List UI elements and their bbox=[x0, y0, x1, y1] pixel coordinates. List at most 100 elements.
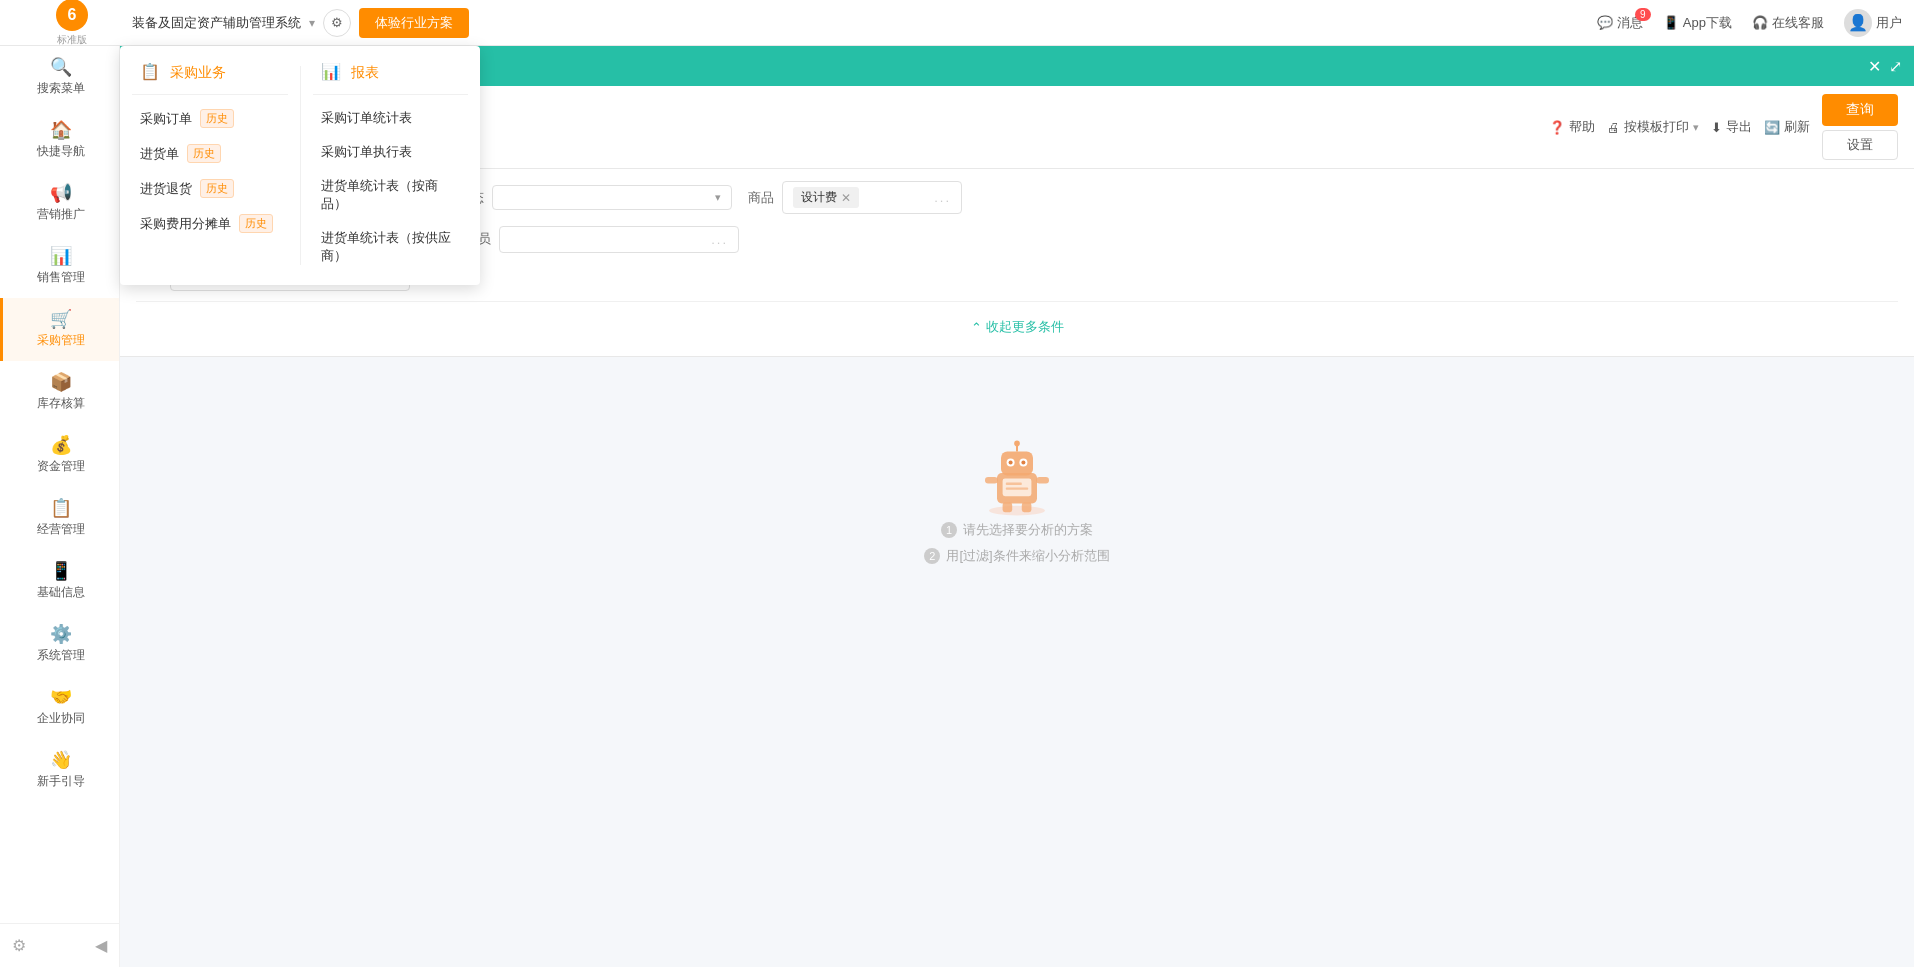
hint-number-1: 1 bbox=[941, 522, 957, 538]
print-button[interactable]: 🖨 按模板打印 ▾ bbox=[1607, 118, 1699, 136]
sidebar-item-search[interactable]: 🔍 搜索菜单 bbox=[0, 46, 119, 109]
goods-tag-close[interactable]: ✕ bbox=[841, 191, 851, 205]
notification-badge: 9 bbox=[1635, 8, 1651, 21]
sidebar-settings-button[interactable]: ⚙ bbox=[12, 936, 26, 955]
dropdown-item-stock-return[interactable]: 进货退货 历史 bbox=[132, 171, 288, 206]
filter-goods: 商品 设计费 ✕ ... bbox=[748, 181, 962, 214]
sidebar-label-marketing: 营销推广 bbox=[37, 206, 85, 223]
dropdown-item-stock-stats-goods[interactable]: 进货单统计表（按商品） bbox=[313, 169, 469, 221]
reports-col-title-text: 报表 bbox=[351, 64, 379, 82]
empty-hint-2: 2 用[过滤]条件来缩小分析范围 bbox=[924, 547, 1109, 565]
sidebar-label-purchase: 采购管理 bbox=[37, 332, 85, 349]
sidebar-item-marketing[interactable]: 📢 营销推广 bbox=[0, 172, 119, 235]
refresh-button[interactable]: 🔄 刷新 bbox=[1764, 118, 1810, 136]
dropdown-item-po-execution[interactable]: 采购订单执行表 bbox=[313, 135, 469, 169]
purchase-icon: 🛒 bbox=[50, 310, 72, 328]
hint-text-2: 用[过滤]条件来缩小分析范围 bbox=[946, 547, 1109, 565]
sidebar-bottom: ⚙ ◀ bbox=[0, 923, 119, 967]
chevron-down-icon[interactable]: ▾ bbox=[309, 16, 315, 30]
purchase-col-title-text: 采购业务 bbox=[170, 64, 226, 82]
gear-button[interactable]: ⚙ bbox=[323, 9, 351, 37]
collapse-button[interactable]: ⌃ 收起更多条件 bbox=[963, 310, 1072, 344]
online-service-button[interactable]: 🎧 在线客服 bbox=[1752, 14, 1824, 32]
sidebar-item-system[interactable]: ⚙️ 系统管理 bbox=[0, 613, 119, 676]
sidebar-item-cooperation[interactable]: 🤝 企业协同 bbox=[0, 676, 119, 739]
print-icon: 🖨 bbox=[1607, 120, 1620, 135]
svg-rect-4 bbox=[1006, 487, 1028, 489]
status-input[interactable]: ▾ bbox=[492, 185, 732, 210]
sidebar-item-operations[interactable]: 📋 经营管理 bbox=[0, 487, 119, 550]
headset-icon: 🎧 bbox=[1752, 15, 1768, 30]
sidebar-item-guide[interactable]: 👋 新手引导 bbox=[0, 739, 119, 802]
tab-bar-right: ✕ ⤢ bbox=[1868, 57, 1914, 76]
status-dropdown-icon: ▾ bbox=[715, 191, 721, 204]
sidebar-item-basic-info[interactable]: 📱 基础信息 bbox=[0, 550, 119, 613]
dropdown-menu: 📋 采购业务 采购订单 历史 进货单 历史 进货退货 历史 采购费用分摊单 历史 bbox=[120, 46, 480, 285]
refresh-icon: 🔄 bbox=[1764, 120, 1780, 135]
svg-point-0 bbox=[989, 506, 1045, 516]
hint-number-2: 2 bbox=[924, 548, 940, 564]
salesman-input[interactable]: ... bbox=[499, 226, 739, 253]
help-label: 帮助 bbox=[1569, 118, 1595, 136]
export-label: 导出 bbox=[1726, 118, 1752, 136]
sidebar-item-inventory[interactable]: 📦 库存核算 bbox=[0, 361, 119, 424]
basic-info-icon: 📱 bbox=[50, 562, 72, 580]
dropdown-item-stock-stats-supplier[interactable]: 进货单统计表（按供应商） bbox=[313, 221, 469, 273]
po-stats-label: 采购订单统计表 bbox=[321, 109, 412, 127]
svg-rect-5 bbox=[1001, 451, 1033, 475]
purchase-expense-history-badge: 历史 bbox=[239, 214, 273, 233]
stock-return-history-badge: 历史 bbox=[200, 179, 234, 198]
settings-button[interactable]: 设置 bbox=[1822, 130, 1898, 160]
query-button[interactable]: 查询 bbox=[1822, 94, 1898, 126]
export-icon: ⬇ bbox=[1711, 120, 1722, 135]
sidebar-item-quick-nav[interactable]: 🏠 快捷导航 bbox=[0, 109, 119, 172]
collapse-label: 收起更多条件 bbox=[986, 318, 1064, 336]
top-bar: 6 标准版 装备及固定资产辅助管理系统 ▾ ⚙ 体验行业方案 💬 消息 9 📱 … bbox=[0, 0, 1914, 46]
dropdown-purchase-title: 📋 采购业务 bbox=[132, 58, 288, 95]
goods-tag-label: 设计费 bbox=[801, 189, 837, 206]
sidebar-item-sales[interactable]: 📊 销售管理 bbox=[0, 235, 119, 298]
sidebar-label-search: 搜索菜单 bbox=[37, 80, 85, 97]
sidebar-label-cooperation: 企业协同 bbox=[37, 710, 85, 727]
system-icon: ⚙️ bbox=[50, 625, 72, 643]
sidebar-label-sales: 销售管理 bbox=[37, 269, 85, 286]
svg-point-8 bbox=[1009, 461, 1013, 465]
notification-button[interactable]: 💬 消息 9 bbox=[1597, 14, 1643, 32]
help-button[interactable]: ❓ 帮助 bbox=[1549, 118, 1595, 136]
app-download-button[interactable]: 📱 App下载 bbox=[1663, 14, 1732, 32]
operations-icon: 📋 bbox=[50, 499, 72, 517]
sidebar-item-finance[interactable]: 💰 资金管理 bbox=[0, 424, 119, 487]
tab-maximize-icon[interactable]: ⤢ bbox=[1889, 57, 1902, 76]
user-label: 用户 bbox=[1876, 14, 1902, 32]
print-arrow-icon: ▾ bbox=[1693, 121, 1699, 134]
salesman-dots: ... bbox=[711, 232, 728, 247]
logo-area: 6 标准版 bbox=[12, 0, 132, 47]
user-menu-button[interactable]: 👤 用户 bbox=[1844, 9, 1902, 37]
dropdown-item-purchase-expense[interactable]: 采购费用分摊单 历史 bbox=[132, 206, 288, 241]
sidebar-label-inventory: 库存核算 bbox=[37, 395, 85, 412]
sales-icon: 📊 bbox=[50, 247, 72, 265]
sidebar-label-guide: 新手引导 bbox=[37, 773, 85, 790]
svg-point-11 bbox=[1014, 441, 1020, 447]
system-title: 装备及固定资产辅助管理系统 bbox=[132, 14, 301, 32]
dropdown-reports-title: 📊 报表 bbox=[313, 58, 469, 95]
industry-button[interactable]: 体验行业方案 bbox=[359, 8, 469, 38]
purchase-order-history-badge: 历史 bbox=[200, 109, 234, 128]
goods-input[interactable]: 设计费 ✕ ... bbox=[782, 181, 962, 214]
tab-close-window-icon[interactable]: ✕ bbox=[1868, 57, 1881, 76]
online-service-label: 在线客服 bbox=[1772, 14, 1824, 32]
sidebar-collapse-button[interactable]: ◀ bbox=[95, 936, 107, 955]
dropdown-item-po-stats[interactable]: 采购订单统计表 bbox=[313, 101, 469, 135]
sidebar-label-operations: 经营管理 bbox=[37, 521, 85, 538]
search-icon: 🔍 bbox=[50, 58, 72, 76]
phone-icon: 📱 bbox=[1663, 15, 1679, 30]
finance-icon: 💰 bbox=[50, 436, 72, 454]
dropdown-col-purchase: 📋 采购业务 采购订单 历史 进货单 历史 进货退货 历史 采购费用分摊单 历史 bbox=[120, 58, 300, 273]
dropdown-item-purchase-order[interactable]: 采购订单 历史 bbox=[132, 101, 288, 136]
svg-rect-3 bbox=[1006, 483, 1022, 485]
sidebar-item-purchase[interactable]: 🛒 采购管理 bbox=[0, 298, 119, 361]
export-button[interactable]: ⬇ 导出 bbox=[1711, 118, 1752, 136]
dropdown-col-reports: 📊 报表 采购订单统计表 采购订单执行表 进货单统计表（按商品） 进货单统计表（… bbox=[301, 58, 481, 273]
dropdown-item-stock-in[interactable]: 进货单 历史 bbox=[132, 136, 288, 171]
top-right-actions: 💬 消息 9 📱 App下载 🎧 在线客服 👤 用户 bbox=[1597, 9, 1902, 37]
